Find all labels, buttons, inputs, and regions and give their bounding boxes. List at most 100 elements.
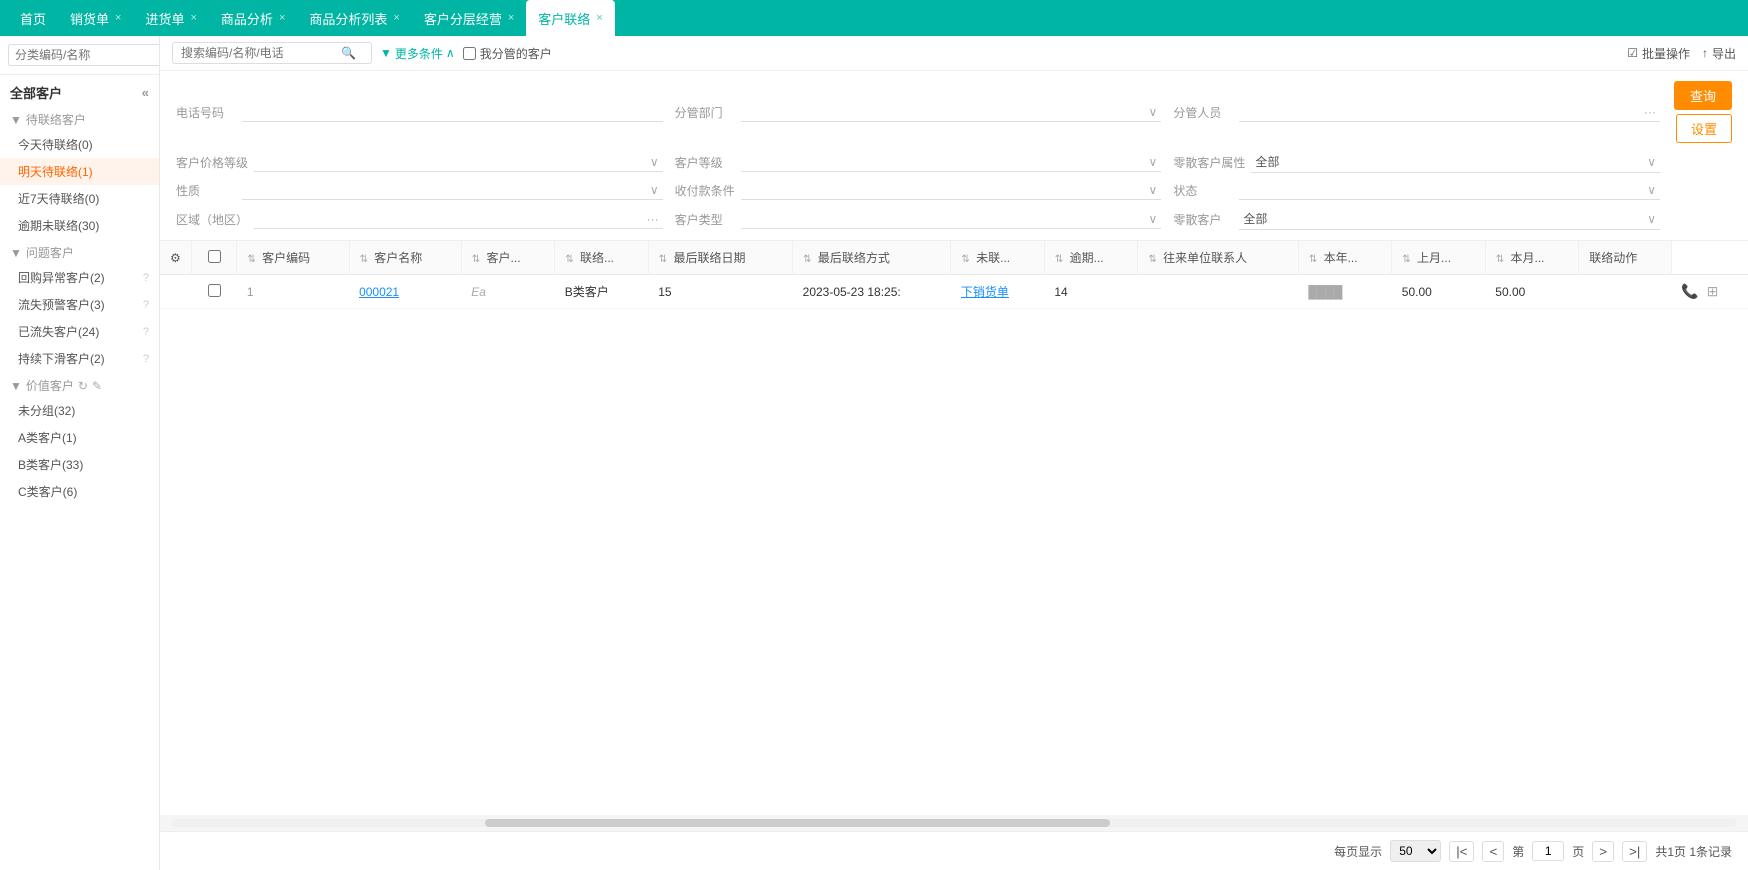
batch-operations-button[interactable]: ☑ 批量操作 [1627, 45, 1690, 62]
scroll-thumb[interactable] [485, 819, 1111, 827]
page-label: 第 [1512, 843, 1524, 860]
sidebar-item-b-class[interactable]: B类客户(33) [0, 451, 159, 478]
customer-level-select[interactable]: ∨ [741, 153, 1162, 172]
payment-terms-select[interactable]: ∨ [741, 181, 1162, 200]
sidebar-item-churn-warning[interactable]: 流失预警客户(3) ? [0, 291, 159, 318]
close-icon[interactable]: × [508, 12, 514, 24]
dots-icon[interactable]: ··· [647, 212, 659, 226]
filter-icon: ▼ [380, 46, 392, 60]
close-icon[interactable]: × [393, 12, 399, 24]
collapse-icon[interactable]: « [142, 85, 149, 100]
row-checkbox[interactable] [208, 284, 221, 297]
help-icon[interactable]: ? [143, 272, 149, 284]
chevron-down-icon: ∨ [1647, 155, 1656, 169]
row-checkbox-cell [191, 275, 237, 309]
sidebar-item-tomorrow-pending[interactable]: 明天待联络(1) [0, 158, 159, 185]
phone-action-icon[interactable]: 📞 [1681, 283, 1698, 300]
last-page-button[interactable]: >| [1622, 841, 1647, 862]
search-input[interactable] [181, 46, 341, 60]
filter-row-1: 电话号码 分管部门 ∨ 分管人员 ··· [176, 81, 1732, 143]
filter-row-2: 客户价格等级 ∨ 客户等级 ∨ 零散客户属性 全部 [176, 151, 1732, 173]
row-this-month [1579, 275, 1671, 309]
filter-retail-attr: 零散客户属性 全部 ∨ [1173, 151, 1660, 173]
content-area: 🔍 ▼ 更多条件 ∧ 我分管的客户 ☑ 批量操作 ↑ 导出 [160, 36, 1748, 870]
sort-icon: ⇅ [659, 254, 667, 265]
nav-sales-order[interactable]: 销货单 × [58, 0, 133, 36]
close-icon[interactable]: × [190, 12, 196, 24]
last-contact-date-column-header: ⇅ 最后联络日期 [648, 241, 792, 275]
help-icon[interactable]: ? [143, 299, 149, 311]
sort-icon: ⇅ [247, 254, 255, 265]
sidebar-item-overdue-pending[interactable]: 逾期未联络(30) [0, 212, 159, 239]
top-nav: 首页 销货单 × 进货单 × 商品分析 × 商品分析列表 × 客户分层经营 × … [0, 0, 1748, 36]
query-button[interactable]: 查询 [1674, 81, 1732, 110]
manager-select[interactable]: ··· [1239, 103, 1660, 122]
filter-phone: 电话号码 [176, 103, 663, 122]
sidebar-item-ungrouped[interactable]: 未分组(32) [0, 397, 159, 424]
name-column-header: ⇅ 客户名称 [349, 241, 461, 275]
sidebar-item-a-class[interactable]: A类客户(1) [0, 424, 159, 451]
filter-button[interactable]: ▼ 更多条件 ∧ [380, 45, 455, 62]
sidebar-item-c-class[interactable]: C类客户(6) [0, 478, 159, 505]
nav-customer-stratify[interactable]: 客户分层经营 × [412, 0, 526, 36]
grid-action-icon[interactable]: ⊞ [1707, 283, 1719, 300]
row-code[interactable]: 000021 [349, 275, 461, 309]
close-icon[interactable]: × [115, 12, 121, 24]
my-customers-checkbox[interactable] [463, 47, 476, 60]
sidebar-item-declining[interactable]: 持续下滑客户(2) ? [0, 345, 159, 372]
nav-home[interactable]: 首页 [8, 0, 58, 36]
page-number-input[interactable] [1532, 841, 1564, 861]
gender-select[interactable]: ∨ [242, 181, 663, 200]
department-select[interactable]: ∨ [741, 103, 1162, 122]
sort-icon: ⇅ [1496, 254, 1504, 265]
export-button[interactable]: ↑ 导出 [1702, 45, 1736, 62]
status-select[interactable]: ∨ [1239, 181, 1660, 200]
sort-icon: ⇅ [1402, 254, 1410, 265]
sidebar-item-7day-pending[interactable]: 近7天待联络(0) [0, 185, 159, 212]
horizontal-scrollbar[interactable] [172, 819, 1736, 827]
sidebar-item-repurchase-abnormal[interactable]: 回购异常客户(2) ? [0, 264, 159, 291]
close-icon[interactable]: × [596, 12, 602, 24]
region-select[interactable]: ··· [254, 210, 663, 229]
sidebar-search-input[interactable] [8, 44, 160, 66]
my-customers-check: 我分管的客户 [463, 45, 552, 62]
prev-page-button[interactable]: < [1482, 841, 1504, 862]
chevron-down-icon: ∨ [1149, 105, 1158, 119]
page-suffix: 页 [1572, 843, 1584, 860]
row-gear [160, 275, 191, 309]
refresh-icon[interactable]: ↻ [78, 379, 88, 393]
table-row: 1 000021 Ea B类客户 15 2023-05-23 18:25: 下销… [160, 275, 1748, 309]
close-icon[interactable]: × [279, 12, 285, 24]
row-last-contact-method[interactable]: 下销货单 [951, 275, 1044, 309]
pagination-bar: 每页显示 50 100 200 |< < 第 页 > >| 共1页 1条记录 [160, 831, 1748, 870]
edit-icon[interactable]: ✎ [92, 379, 102, 393]
row-last-month: 50.00 [1485, 275, 1578, 309]
group-value-label: ▼ 价值客户 ↻ ✎ [0, 372, 159, 397]
search-icon[interactable]: 🔍 [341, 46, 356, 60]
filter-status: 状态 ∨ [1173, 181, 1660, 200]
filter-gender: 性质 ∨ [176, 181, 663, 200]
next-page-button[interactable]: > [1592, 841, 1614, 862]
nav-purchase-order[interactable]: 进货单 × [133, 0, 208, 36]
gear-icon[interactable]: ⚙ [170, 251, 181, 265]
nav-product-analysis[interactable]: 商品分析 × [209, 0, 297, 36]
phone-input[interactable] [242, 103, 663, 122]
per-page-select[interactable]: 50 100 200 [1390, 840, 1441, 862]
sort-icon: ⇅ [803, 254, 811, 265]
help-icon[interactable]: ? [143, 353, 149, 365]
sidebar-item-churned[interactable]: 已流失客户(24) ? [0, 318, 159, 345]
nav-product-analysis-list[interactable]: 商品分析列表 × [297, 0, 411, 36]
toolbar-right: ☑ 批量操作 ↑ 导出 [1627, 45, 1736, 62]
retail-attr-select[interactable]: 全部 ∨ [1251, 151, 1660, 173]
first-page-button[interactable]: |< [1449, 841, 1474, 862]
sidebar-item-today-pending[interactable]: 今天待联络(0) [0, 131, 159, 158]
dots-icon[interactable]: ··· [1644, 105, 1656, 119]
nav-customer-contact[interactable]: 客户联络 × [526, 0, 614, 36]
customer-type-select[interactable]: ∨ [741, 210, 1162, 229]
help-icon[interactable]: ? [143, 326, 149, 338]
select-all-checkbox[interactable] [208, 250, 221, 263]
retail-customer-select[interactable]: 全部 ∨ [1239, 208, 1660, 230]
price-level-select[interactable]: ∨ [254, 153, 663, 172]
settings-button[interactable]: 设置 [1676, 114, 1732, 143]
row-this-year: 50.00 [1392, 275, 1485, 309]
